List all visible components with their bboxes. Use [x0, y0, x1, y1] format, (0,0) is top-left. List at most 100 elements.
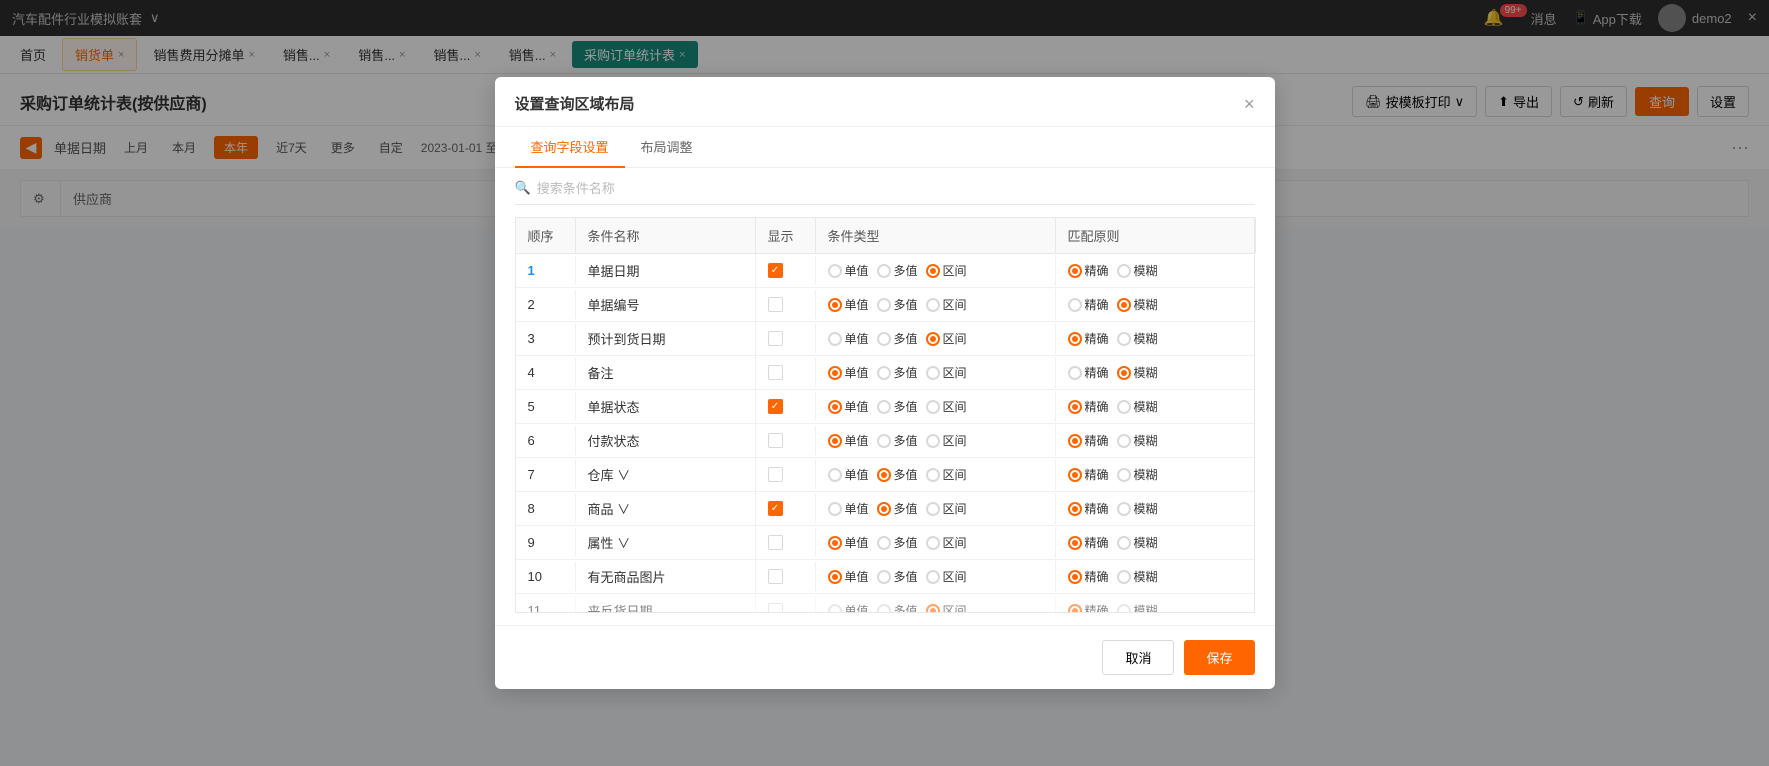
type-range-1[interactable]: 区间 — [926, 262, 967, 279]
radio-fuzzy-2[interactable] — [1117, 298, 1131, 312]
type-multi-7[interactable]: 多值 — [877, 466, 918, 483]
cell-display-2[interactable] — [756, 290, 816, 319]
radio-single-11[interactable] — [828, 604, 842, 614]
type-single-6[interactable]: 单值 — [828, 432, 869, 449]
type-multi-2[interactable]: 多值 — [877, 296, 918, 313]
radio-multi-1[interactable] — [877, 264, 891, 278]
type-single-1[interactable]: 单值 — [828, 262, 869, 279]
match-exact-2[interactable]: 精确 — [1068, 296, 1109, 313]
display-checkbox-11[interactable] — [768, 603, 783, 613]
radio-exact-6[interactable] — [1068, 434, 1082, 448]
type-range-7[interactable]: 区间 — [926, 466, 967, 483]
radio-exact-9[interactable] — [1068, 536, 1082, 550]
type-range-9[interactable]: 区间 — [926, 534, 967, 551]
type-single-7[interactable]: 单值 — [828, 466, 869, 483]
type-range-2[interactable]: 区间 — [926, 296, 967, 313]
display-checkbox-6[interactable] — [768, 433, 783, 448]
cell-display-5[interactable] — [756, 392, 816, 421]
display-checkbox-2[interactable] — [768, 297, 783, 312]
radio-exact-8[interactable] — [1068, 502, 1082, 516]
display-checkbox-9[interactable] — [768, 535, 783, 550]
type-single-4[interactable]: 单值 — [828, 364, 869, 381]
type-multi-9[interactable]: 多值 — [877, 534, 918, 551]
radio-single-2[interactable] — [828, 298, 842, 312]
display-checkbox-8[interactable] — [768, 501, 783, 516]
match-fuzzy-1[interactable]: 模糊 — [1117, 262, 1158, 279]
type-multi-3[interactable]: 多值 — [877, 330, 918, 347]
radio-multi-7[interactable] — [877, 468, 891, 482]
radio-exact-10[interactable] — [1068, 570, 1082, 584]
radio-multi-11[interactable] — [877, 604, 891, 614]
type-single-8[interactable]: 单值 — [828, 500, 869, 517]
match-exact-9[interactable]: 精确 — [1068, 534, 1109, 551]
match-fuzzy-6[interactable]: 模糊 — [1117, 432, 1158, 449]
radio-multi-5[interactable] — [877, 400, 891, 414]
radio-range-4[interactable] — [926, 366, 940, 380]
radio-fuzzy-7[interactable] — [1117, 468, 1131, 482]
radio-fuzzy-3[interactable] — [1117, 332, 1131, 346]
display-checkbox-4[interactable] — [768, 365, 783, 380]
cell-display-11[interactable] — [756, 596, 816, 613]
radio-single-4[interactable] — [828, 366, 842, 380]
cell-display-6[interactable] — [756, 426, 816, 455]
radio-range-11[interactable] — [926, 604, 940, 614]
match-fuzzy-9[interactable]: 模糊 — [1117, 534, 1158, 551]
radio-fuzzy-9[interactable] — [1117, 536, 1131, 550]
type-range-10[interactable]: 区间 — [926, 568, 967, 585]
type-range-11[interactable]: 区间 — [926, 602, 967, 613]
radio-multi-8[interactable] — [877, 502, 891, 516]
cell-display-8[interactable] — [756, 494, 816, 523]
type-single-2[interactable]: 单值 — [828, 296, 869, 313]
radio-range-3[interactable] — [926, 332, 940, 346]
match-exact-4[interactable]: 精确 — [1068, 364, 1109, 381]
radio-multi-10[interactable] — [877, 570, 891, 584]
type-single-5[interactable]: 单值 — [828, 398, 869, 415]
radio-fuzzy-11[interactable] — [1117, 604, 1131, 614]
match-fuzzy-3[interactable]: 模糊 — [1117, 330, 1158, 347]
type-single-11[interactable]: 单值 — [828, 602, 869, 613]
radio-range-1[interactable] — [926, 264, 940, 278]
radio-multi-3[interactable] — [877, 332, 891, 346]
match-exact-11[interactable]: 精确 — [1068, 602, 1109, 613]
match-fuzzy-11[interactable]: 模糊 — [1117, 602, 1158, 613]
type-multi-11[interactable]: 多值 — [877, 602, 918, 613]
radio-single-5[interactable] — [828, 400, 842, 414]
type-multi-4[interactable]: 多值 — [877, 364, 918, 381]
radio-exact-3[interactable] — [1068, 332, 1082, 346]
display-checkbox-1[interactable] — [768, 263, 783, 278]
match-exact-6[interactable]: 精确 — [1068, 432, 1109, 449]
tab-layout[interactable]: 布局调整 — [625, 127, 709, 168]
type-multi-8[interactable]: 多值 — [877, 500, 918, 517]
radio-range-10[interactable] — [926, 570, 940, 584]
match-exact-8[interactable]: 精确 — [1068, 500, 1109, 517]
match-fuzzy-8[interactable]: 模糊 — [1117, 500, 1158, 517]
radio-multi-6[interactable] — [877, 434, 891, 448]
dialog-close-button[interactable]: × — [1244, 95, 1255, 113]
radio-range-5[interactable] — [926, 400, 940, 414]
match-exact-7[interactable]: 精确 — [1068, 466, 1109, 483]
cell-display-3[interactable] — [756, 324, 816, 353]
display-checkbox-7[interactable] — [768, 467, 783, 482]
radio-single-10[interactable] — [828, 570, 842, 584]
type-multi-5[interactable]: 多值 — [877, 398, 918, 415]
search-input[interactable] — [537, 181, 737, 196]
match-exact-1[interactable]: 精确 — [1068, 262, 1109, 279]
radio-exact-7[interactable] — [1068, 468, 1082, 482]
radio-fuzzy-10[interactable] — [1117, 570, 1131, 584]
type-range-4[interactable]: 区间 — [926, 364, 967, 381]
cell-display-4[interactable] — [756, 358, 816, 387]
cell-display-9[interactable] — [756, 528, 816, 557]
radio-exact-1[interactable] — [1068, 264, 1082, 278]
radio-range-7[interactable] — [926, 468, 940, 482]
radio-multi-9[interactable] — [877, 536, 891, 550]
type-multi-10[interactable]: 多值 — [877, 568, 918, 585]
radio-exact-4[interactable] — [1068, 366, 1082, 380]
radio-range-2[interactable] — [926, 298, 940, 312]
match-fuzzy-10[interactable]: 模糊 — [1117, 568, 1158, 585]
match-fuzzy-7[interactable]: 模糊 — [1117, 466, 1158, 483]
match-exact-3[interactable]: 精确 — [1068, 330, 1109, 347]
display-checkbox-10[interactable] — [768, 569, 783, 584]
type-single-3[interactable]: 单值 — [828, 330, 869, 347]
display-checkbox-3[interactable] — [768, 331, 783, 346]
save-button[interactable]: 保存 — [1184, 640, 1254, 675]
